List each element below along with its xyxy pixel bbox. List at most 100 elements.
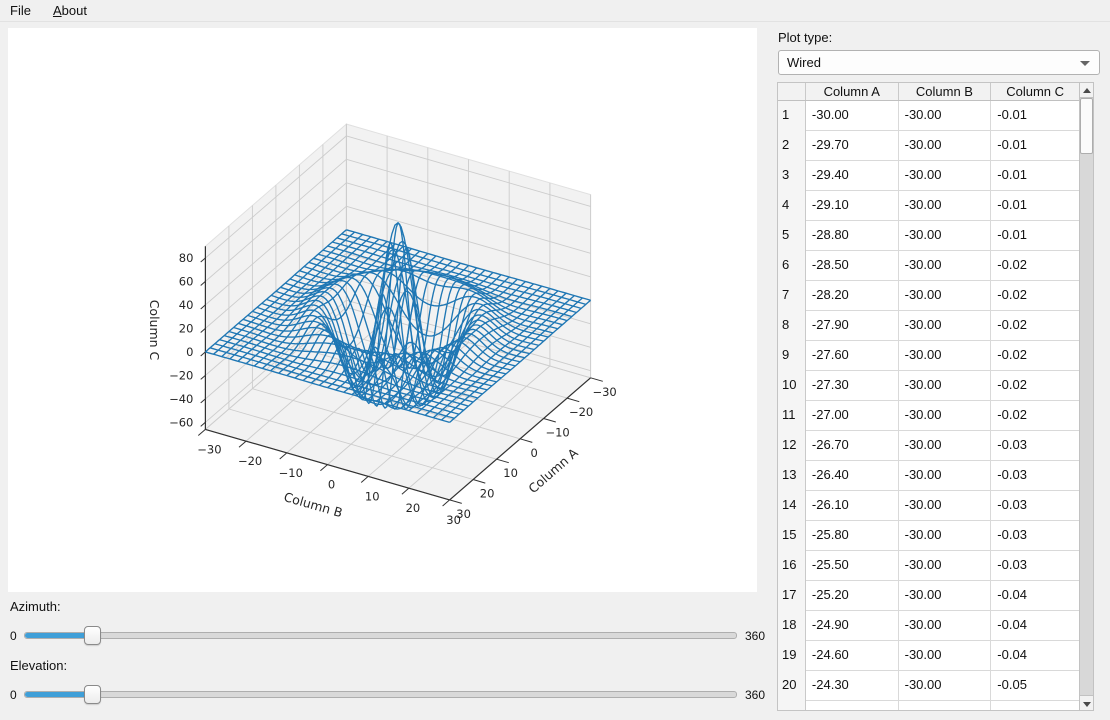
table-scrollbar[interactable] bbox=[1079, 82, 1094, 711]
table-cell[interactable]: -0.01 bbox=[991, 131, 1079, 161]
table-cell[interactable]: -0.03 bbox=[991, 461, 1079, 491]
table-cell[interactable]: -0.01 bbox=[991, 161, 1079, 191]
table-cell[interactable]: -29.10 bbox=[806, 191, 899, 221]
table-cell[interactable]: -27.30 bbox=[806, 371, 899, 401]
table-cell[interactable]: -26.70 bbox=[806, 431, 899, 461]
svg-text:−20: −20 bbox=[169, 368, 193, 382]
table-cell[interactable]: -30.00 bbox=[899, 461, 992, 491]
table-cell[interactable]: -25.20 bbox=[806, 581, 899, 611]
table-cell[interactable]: -30.00 bbox=[899, 161, 992, 191]
plot-canvas[interactable]: −30−20−100102030−30−20−100102030−60−40−2… bbox=[8, 28, 757, 592]
table-cell[interactable]: -26.10 bbox=[806, 491, 899, 521]
row-header[interactable]: 16 bbox=[778, 551, 806, 581]
table-cell[interactable]: -0.02 bbox=[991, 401, 1079, 431]
table-cell[interactable]: -30.00 bbox=[899, 311, 992, 341]
table-cell[interactable]: -30.00 bbox=[899, 221, 992, 251]
table-cell[interactable]: -30.00 bbox=[899, 641, 992, 671]
table-cell[interactable]: -0.02 bbox=[991, 311, 1079, 341]
table-cell[interactable]: -0.02 bbox=[991, 341, 1079, 371]
table-cell[interactable]: -0.04 bbox=[991, 611, 1079, 641]
row-header[interactable]: 7 bbox=[778, 281, 806, 311]
row-header[interactable]: 5 bbox=[778, 221, 806, 251]
table-cell[interactable]: -27.60 bbox=[806, 341, 899, 371]
row-header[interactable]: 14 bbox=[778, 491, 806, 521]
row-header[interactable]: 4 bbox=[778, 191, 806, 221]
scroll-up-button[interactable] bbox=[1080, 83, 1093, 98]
chevron-down-icon bbox=[1080, 61, 1090, 66]
table-cell[interactable]: -28.50 bbox=[806, 251, 899, 281]
table-cell[interactable]: -29.70 bbox=[806, 131, 899, 161]
table-cell[interactable]: -0.01 bbox=[991, 101, 1079, 131]
row-header[interactable]: 11 bbox=[778, 401, 806, 431]
table-cell[interactable]: -0.05 bbox=[991, 671, 1079, 701]
table-cell[interactable]: -24.90 bbox=[806, 611, 899, 641]
row-header[interactable]: 15 bbox=[778, 521, 806, 551]
table-cell[interactable]: -0.03 bbox=[991, 521, 1079, 551]
table-cell[interactable]: -30.00 bbox=[899, 251, 992, 281]
column-header-a[interactable]: Column A bbox=[806, 83, 899, 100]
table-row: 13-26.40-30.00-0.03 bbox=[778, 461, 1079, 491]
table-cell[interactable]: -30.00 bbox=[899, 371, 992, 401]
table-cell[interactable]: -0.04 bbox=[991, 581, 1079, 611]
menu-file[interactable]: File bbox=[10, 1, 39, 21]
row-header[interactable]: 18 bbox=[778, 611, 806, 641]
row-header[interactable]: 10 bbox=[778, 371, 806, 401]
table-cell[interactable]: -25.50 bbox=[806, 551, 899, 581]
table-cell[interactable]: -30.00 bbox=[899, 431, 992, 461]
row-header[interactable]: 17 bbox=[778, 581, 806, 611]
row-header[interactable]: 20 bbox=[778, 671, 806, 701]
table-cell[interactable]: -0.02 bbox=[991, 371, 1079, 401]
table-cell[interactable]: -30.00 bbox=[899, 491, 992, 521]
table-cell[interactable]: -30.00 bbox=[899, 671, 992, 701]
table-cell[interactable]: -0.03 bbox=[991, 431, 1079, 461]
azimuth-slider[interactable] bbox=[24, 632, 737, 639]
table-cell[interactable]: -28.20 bbox=[806, 281, 899, 311]
table-cell[interactable]: -30.00 bbox=[899, 551, 992, 581]
table-cell[interactable]: -0.02 bbox=[991, 251, 1079, 281]
row-header[interactable]: 8 bbox=[778, 311, 806, 341]
table-cell[interactable]: -30.00 bbox=[899, 131, 992, 161]
row-header[interactable]: 12 bbox=[778, 431, 806, 461]
column-header-b[interactable]: Column B bbox=[899, 83, 992, 100]
table-cell[interactable]: -27.90 bbox=[806, 311, 899, 341]
menu-about[interactable]: About bbox=[53, 1, 95, 21]
table-cell[interactable]: -30.00 bbox=[899, 281, 992, 311]
row-header[interactable]: 13 bbox=[778, 461, 806, 491]
row-header[interactable]: 19 bbox=[778, 641, 806, 671]
scrollbar-thumb[interactable] bbox=[1080, 98, 1093, 154]
table-cell[interactable]: -30.00 bbox=[899, 101, 992, 131]
table-cell[interactable]: -0.03 bbox=[991, 551, 1079, 581]
table-cell[interactable]: -30.00 bbox=[899, 611, 992, 641]
table-cell[interactable]: -28.80 bbox=[806, 221, 899, 251]
row-header[interactable]: 1 bbox=[778, 101, 806, 131]
elevation-slider-handle[interactable] bbox=[84, 685, 101, 704]
table-cell[interactable]: -29.40 bbox=[806, 161, 899, 191]
table-cell[interactable]: -24.60 bbox=[806, 641, 899, 671]
table-cell[interactable]: -0.04 bbox=[991, 641, 1079, 671]
table-cell[interactable]: -30.00 bbox=[899, 581, 992, 611]
table-cell[interactable]: -30.00 bbox=[899, 341, 992, 371]
row-header[interactable]: 3 bbox=[778, 161, 806, 191]
table-cell[interactable]: -0.01 bbox=[991, 191, 1079, 221]
table-cell[interactable]: -30.00 bbox=[899, 401, 992, 431]
azimuth-slider-handle[interactable] bbox=[84, 626, 101, 645]
scroll-down-button[interactable] bbox=[1080, 695, 1093, 710]
table-cell[interactable]: -0.01 bbox=[991, 221, 1079, 251]
table-cell[interactable]: -0.03 bbox=[991, 491, 1079, 521]
table-cell[interactable]: -0.02 bbox=[991, 281, 1079, 311]
table-cell[interactable]: -30.00 bbox=[806, 101, 899, 131]
table-cell[interactable]: -27.00 bbox=[806, 401, 899, 431]
row-header[interactable]: 6 bbox=[778, 251, 806, 281]
table-cell[interactable]: -30.00 bbox=[899, 191, 992, 221]
row-header[interactable]: 9 bbox=[778, 341, 806, 371]
plot-type-combobox[interactable]: Wired bbox=[778, 50, 1100, 75]
elevation-slider[interactable] bbox=[24, 691, 737, 698]
column-header-c[interactable]: Column C bbox=[991, 83, 1079, 100]
svg-text:0: 0 bbox=[328, 478, 335, 492]
table-cell[interactable]: -26.40 bbox=[806, 461, 899, 491]
table-cell[interactable]: -25.80 bbox=[806, 521, 899, 551]
table-row: 2-29.70-30.00-0.01 bbox=[778, 131, 1079, 161]
table-cell[interactable]: -30.00 bbox=[899, 521, 992, 551]
table-cell[interactable]: -24.30 bbox=[806, 671, 899, 701]
row-header[interactable]: 2 bbox=[778, 131, 806, 161]
